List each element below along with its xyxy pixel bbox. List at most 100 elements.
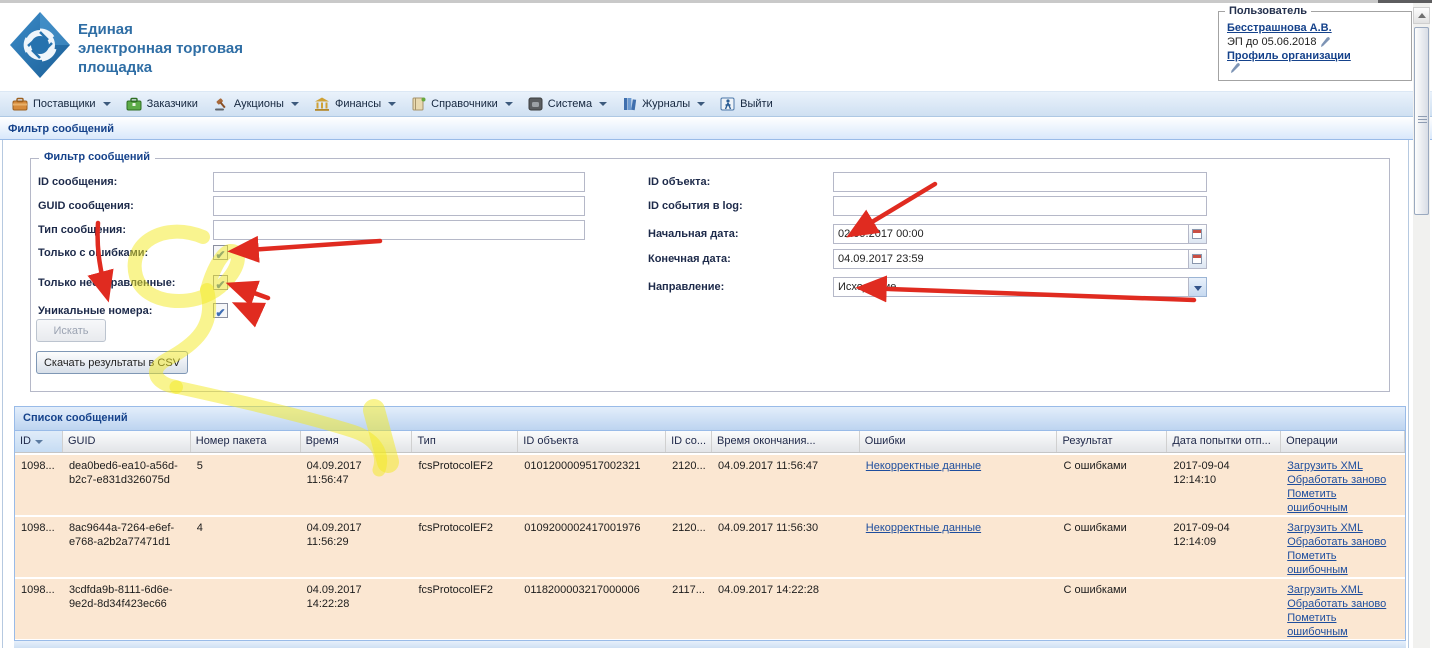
chevron-down-icon bbox=[504, 102, 513, 106]
col-header-errors[interactable]: Ошибки bbox=[860, 431, 1058, 452]
load-xml-link[interactable]: Загрузить XML bbox=[1287, 460, 1363, 472]
log-event-id-input[interactable] bbox=[833, 196, 1207, 216]
grid-header-row: ID GUID Номер пакета Время Тип ID объект… bbox=[15, 431, 1405, 453]
cell-type: fcsProtocolEF2 bbox=[418, 522, 494, 534]
cell-guid: 8ac9644a-7264-e6ef-e768-a2b2a77471d1 bbox=[68, 522, 175, 548]
col-header-end-time[interactable]: Время окончания... bbox=[712, 431, 860, 452]
cell-end-time: 04.09.2017 11:56:47 bbox=[718, 460, 819, 472]
direction-combobox[interactable] bbox=[833, 277, 1189, 297]
download-csv-button[interactable]: Скачать результаты в CSV bbox=[36, 351, 188, 374]
mark-erroneous-link[interactable]: Пометить ошибочным bbox=[1287, 550, 1348, 576]
cell-guid: dea0bed6-ea10-a56d-b2c7-e831d326075d bbox=[68, 460, 178, 486]
briefcase-green-icon bbox=[126, 97, 142, 111]
org-profile-link[interactable]: Профиль организации bbox=[1227, 50, 1351, 62]
cell-id-so: 2120... bbox=[672, 460, 706, 472]
only-unsent-label: Только неотправленные: bbox=[38, 277, 176, 289]
menu-item-system[interactable]: Система bbox=[522, 94, 616, 114]
col-header-id-so[interactable]: ID со... bbox=[666, 431, 712, 452]
user-name-link[interactable]: Бесстрашнова А.В. bbox=[1227, 22, 1332, 34]
message-type-label: Тип сообщения: bbox=[38, 224, 126, 236]
filter-legend: Фильтр сообщений bbox=[39, 151, 156, 163]
message-id-input[interactable] bbox=[213, 172, 585, 192]
grid-title: Список сообщений bbox=[15, 407, 1405, 431]
col-header-type[interactable]: Тип bbox=[412, 431, 519, 452]
table-row: 1098... dea0bed6-ea10-a56d-b2c7-e831d326… bbox=[15, 453, 1405, 515]
cell-type: fcsProtocolEF2 bbox=[418, 460, 494, 472]
pager-bar bbox=[14, 640, 1406, 648]
only-unsent-checkbox[interactable]: ✔ bbox=[213, 275, 228, 292]
cell-result: С ошибками bbox=[1063, 460, 1127, 472]
load-xml-link[interactable]: Загрузить XML bbox=[1287, 522, 1363, 534]
checkbox-check-icon: ✔ bbox=[215, 278, 226, 292]
cell-operations: Загрузить XML Обработать заново Пометить… bbox=[1281, 455, 1405, 515]
col-header-guid[interactable]: GUID bbox=[63, 431, 191, 452]
load-xml-link[interactable]: Загрузить XML bbox=[1287, 584, 1363, 596]
menu-item-customers[interactable]: Заказчики bbox=[120, 94, 207, 114]
menu-item-references[interactable]: Справочники bbox=[405, 94, 522, 114]
start-date-calendar-button[interactable] bbox=[1189, 224, 1207, 244]
brand-title: Единая электронная торговая площадка bbox=[78, 21, 243, 76]
certificate-expiry-text: ЭП до 05.06.2018 bbox=[1227, 36, 1403, 48]
application-window: Единая электронная торговая площадка Пол… bbox=[0, 0, 1432, 648]
only-errors-checkbox[interactable]: ✔ bbox=[213, 245, 228, 262]
cell-type: fcsProtocolEF2 bbox=[418, 584, 494, 596]
object-id-input[interactable] bbox=[833, 172, 1207, 192]
cell-attempt-date bbox=[1167, 579, 1281, 639]
menu-item-journals[interactable]: Журналы bbox=[616, 94, 714, 114]
error-details-link[interactable]: Некорректные данные bbox=[866, 522, 981, 534]
log-event-id-label: ID события в log: bbox=[648, 200, 743, 212]
direction-dropdown-button[interactable] bbox=[1189, 277, 1207, 297]
cell-result: С ошибками bbox=[1063, 522, 1127, 534]
mark-erroneous-link[interactable]: Пометить ошибочным bbox=[1287, 612, 1348, 638]
col-header-operations[interactable]: Операции bbox=[1281, 431, 1405, 452]
menu-item-auctions[interactable]: Аукционы bbox=[207, 94, 308, 114]
unique-numbers-checkbox[interactable]: ✔ bbox=[213, 303, 228, 320]
only-errors-label: Только с ошибками: bbox=[38, 247, 149, 259]
vertical-scrollbar[interactable] bbox=[1413, 3, 1430, 648]
menu-item-finances[interactable]: Финансы bbox=[308, 94, 405, 114]
col-header-object-id[interactable]: ID объекта bbox=[518, 431, 667, 452]
bank-icon bbox=[314, 97, 329, 111]
col-header-id[interactable]: ID bbox=[15, 431, 63, 452]
mark-erroneous-link[interactable]: Пометить ошибочным bbox=[1287, 488, 1348, 514]
filter-fieldset: Фильтр сообщений bbox=[30, 151, 1390, 392]
reprocess-link[interactable]: Обработать заново bbox=[1287, 598, 1386, 610]
scrollbar-grip-icon bbox=[1418, 116, 1427, 117]
chevron-down-icon bbox=[1194, 286, 1202, 291]
end-date-label: Конечная дата: bbox=[648, 253, 731, 265]
cell-attempt-date: 2017-09-04 12:14:09 bbox=[1173, 522, 1230, 548]
cell-packet bbox=[191, 579, 301, 639]
messages-grid-panel: Список сообщений ID GUID Номер пакета Вр… bbox=[14, 406, 1406, 648]
col-header-time[interactable]: Время bbox=[301, 431, 413, 452]
gavel-icon bbox=[214, 98, 226, 111]
cell-result: С ошибками bbox=[1063, 584, 1127, 596]
grid-body: 1098... dea0bed6-ea10-a56d-b2c7-e831d326… bbox=[15, 453, 1405, 648]
start-date-input[interactable] bbox=[833, 224, 1189, 244]
cell-object-id: 0118200003217000006 bbox=[524, 584, 640, 596]
message-id-label: ID сообщения: bbox=[38, 176, 118, 188]
exit-icon bbox=[720, 97, 735, 111]
calendar-icon bbox=[1192, 254, 1202, 264]
col-header-result[interactable]: Результат bbox=[1057, 431, 1168, 452]
cell-packet: 4 bbox=[196, 522, 203, 534]
scroll-up-button[interactable] bbox=[1413, 7, 1430, 24]
message-guid-input[interactable] bbox=[213, 196, 585, 216]
menu-item-logout[interactable]: Выйти bbox=[714, 94, 782, 114]
col-header-packet[interactable]: Номер пакета bbox=[191, 431, 301, 452]
cell-time: 04.09.2017 14:22:28 bbox=[306, 584, 362, 610]
menu-item-suppliers[interactable]: Поставщики bbox=[6, 94, 120, 114]
end-date-calendar-button[interactable] bbox=[1189, 249, 1207, 269]
cell-object-id: 0101200009517002321 bbox=[524, 460, 641, 472]
calendar-icon bbox=[1192, 229, 1202, 239]
arrow-up-icon bbox=[1418, 13, 1426, 18]
scrollbar-thumb[interactable] bbox=[1414, 27, 1429, 215]
col-header-attempt-date[interactable]: Дата попытки отп... bbox=[1167, 431, 1282, 452]
message-guid-label: GUID сообщения: bbox=[38, 200, 134, 212]
reprocess-link[interactable]: Обработать заново bbox=[1287, 474, 1386, 486]
direction-label: Направление: bbox=[648, 281, 725, 293]
end-date-input[interactable] bbox=[833, 249, 1189, 269]
search-button[interactable]: Искать bbox=[36, 319, 106, 342]
error-details-link[interactable]: Некорректные данные bbox=[866, 460, 981, 472]
message-type-input[interactable] bbox=[213, 220, 585, 240]
reprocess-link[interactable]: Обработать заново bbox=[1287, 536, 1386, 548]
